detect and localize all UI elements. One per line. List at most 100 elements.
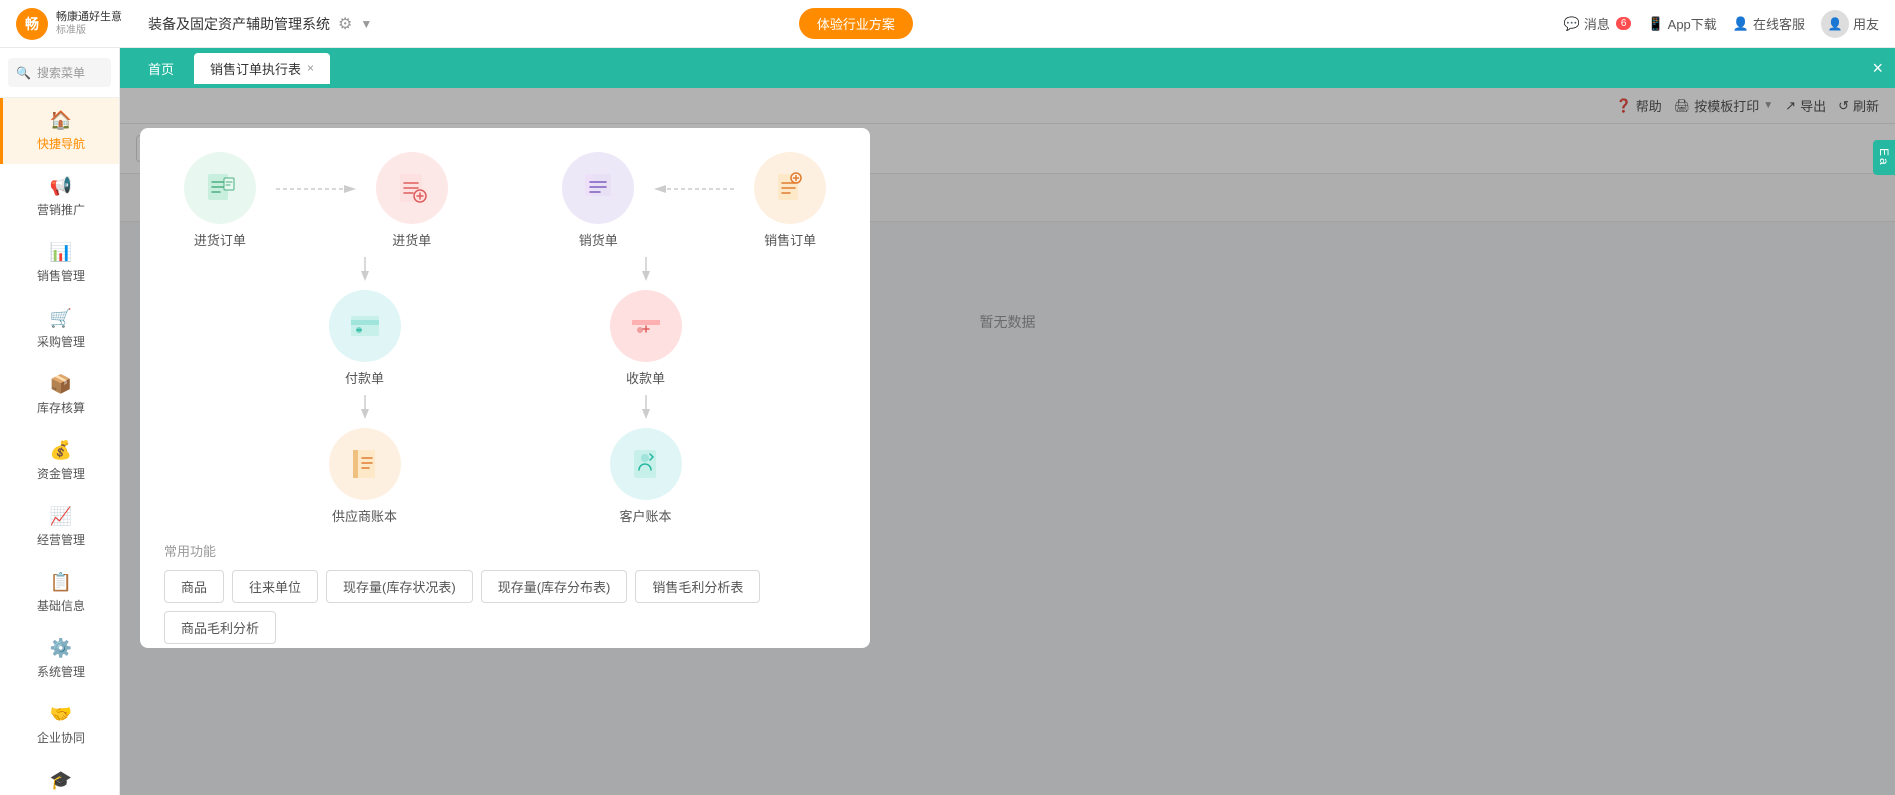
modal-overlay[interactable]: 进货订单: [120, 88, 1895, 795]
header-right: 💬 消息 6 📱 App下载 👤 在线客服 👤 用友: [1564, 10, 1879, 38]
flow-row-3: 供应商账本 客户账本: [164, 428, 846, 525]
func-btn-stock-status[interactable]: 现存量(库存状况表): [326, 570, 473, 603]
flow-receipt-bill[interactable]: 收款单: [586, 290, 706, 387]
func-btn-sales-margin[interactable]: 销售毛利分析表: [635, 570, 760, 603]
home-icon: 🏠: [50, 110, 72, 131]
customer-ledger-circle: [610, 428, 682, 500]
guide-icon: 🎓: [50, 770, 72, 791]
sidebar-item-label: 销售管理: [37, 267, 85, 284]
purchase-bill-label: 进货单: [392, 230, 431, 249]
flow-arrow-2: [654, 181, 734, 221]
func-btn-partner[interactable]: 往来单位: [232, 570, 318, 603]
down-arrow-receipt: [586, 395, 706, 424]
dropdown-icon[interactable]: ▼: [360, 17, 372, 31]
flow-customer-ledger[interactable]: 客户账本: [586, 428, 706, 525]
online-service-button[interactable]: 👤 在线客服: [1733, 14, 1805, 33]
sales-bill-circle: [562, 152, 634, 224]
arrow-row-1: [164, 257, 846, 286]
system-name: 装备及固定资产辅助管理系统: [148, 14, 330, 34]
logo-area: 畅 畅康通好生意 标准版: [16, 8, 136, 40]
system-icon: ⚙️: [50, 638, 72, 659]
sidebar-item-quick-nav[interactable]: 🏠 快捷导航: [0, 98, 119, 164]
down-arrow-payment: [305, 395, 425, 424]
sidebar-item-purchase[interactable]: 🛒 采购管理: [0, 296, 119, 362]
supplier-ledger-circle: [329, 428, 401, 500]
common-title: 常用功能: [164, 541, 846, 560]
message-badge: 6: [1616, 17, 1632, 30]
top-header: 畅 畅康通好生意 标准版 装备及固定资产辅助管理系统 ⚙ ▼ 体验行业方案 💬 …: [0, 0, 1895, 48]
basic-info-icon: 📋: [50, 572, 72, 593]
search-icon: 🔍: [16, 66, 31, 80]
sidebar-item-label: 经营管理: [37, 531, 85, 548]
logo-text: 畅康通好生意 标准版: [56, 10, 122, 37]
sidebar-item-marketing[interactable]: 📢 营销推广: [0, 164, 119, 230]
flow-sales-order[interactable]: 销售订单: [734, 152, 846, 249]
trial-button[interactable]: 体验行业方案: [799, 8, 913, 39]
service-icon: 👤: [1733, 16, 1749, 32]
window-close-button[interactable]: ×: [1872, 58, 1883, 79]
message-icon: 💬: [1564, 16, 1580, 32]
sidebar-item-label: 系统管理: [37, 663, 85, 680]
purchase-icon: 🛒: [50, 308, 72, 329]
main-content: 首页 销售订单执行表 × × ❓ 帮助 🖨 按模板打印 ▼ ↗ 导出 ↺: [120, 48, 1895, 795]
flow-purchase-bill[interactable]: 进货单: [356, 152, 468, 249]
down-arrow-purchase: [305, 257, 425, 286]
flow-purchase-order[interactable]: 进货订单: [164, 152, 276, 249]
operation-icon: 📈: [50, 506, 72, 527]
sales-bill-label: 销货单: [579, 230, 618, 249]
tab-home[interactable]: 首页: [132, 53, 190, 84]
purchase-bill-circle: [376, 152, 448, 224]
sidebar-item-operation[interactable]: 📈 经营管理: [0, 494, 119, 560]
customer-ledger-label: 客户账本: [619, 506, 671, 525]
sidebar-item-collab[interactable]: 🤝 企业协同: [0, 692, 119, 758]
flow-modal: 进货订单: [140, 128, 870, 648]
flow-row-2: 付款单 收款单: [164, 290, 846, 387]
sales-order-circle: [754, 152, 826, 224]
sales-order-label: 销售订单: [764, 230, 816, 249]
sidebar-item-label: 资金管理: [37, 465, 85, 482]
search-menu-button[interactable]: 🔍 搜索菜单: [8, 58, 111, 87]
sidebar-item-label: 营销推广: [37, 201, 85, 218]
flow-payment-bill[interactable]: 付款单: [305, 290, 425, 387]
tab-close-icon[interactable]: ×: [307, 61, 314, 75]
sidebar-item-basic-info[interactable]: 📋 基础信息: [0, 560, 119, 626]
payment-bill-circle: [329, 290, 401, 362]
flow-arrow-1: [276, 181, 356, 221]
func-btns-row1: 商品 往来单位 现存量(库存状况表) 现存量(库存分布表) 销售毛利分析表 商品…: [164, 570, 846, 644]
flow-supplier-ledger[interactable]: 供应商账本: [305, 428, 425, 525]
sidebar-item-guide[interactable]: 🎓 新手引导: [0, 758, 119, 795]
sidebar-item-label: 采购管理: [37, 333, 85, 350]
sales-icon: 📊: [50, 242, 72, 263]
sidebar-search-area: 🔍 搜索菜单: [0, 48, 119, 98]
app-download-button[interactable]: 📱 App下载: [1647, 14, 1716, 33]
marketing-icon: 📢: [50, 176, 72, 197]
user-info[interactable]: 👤 用友: [1821, 10, 1879, 38]
page-area: ❓ 帮助 🖨 按模板打印 ▼ ↗ 导出 ↺ 刷新 📅: [120, 88, 1895, 795]
sidebar-item-inventory[interactable]: 📦 库存核算: [0, 362, 119, 428]
sidebar-item-finance[interactable]: 💰 资金管理: [0, 428, 119, 494]
purchase-order-label: 进货订单: [194, 230, 246, 249]
func-btn-product[interactable]: 商品: [164, 570, 224, 603]
sidebar-item-system[interactable]: ⚙️ 系统管理: [0, 626, 119, 692]
flow-row-1: 进货订单: [164, 152, 846, 249]
tab-sales-order[interactable]: 销售订单执行表 ×: [194, 53, 330, 84]
message-button[interactable]: 💬 消息 6: [1564, 14, 1632, 33]
func-btn-stock-dist[interactable]: 现存量(库存分布表): [481, 570, 628, 603]
payment-bill-label: 付款单: [345, 368, 384, 387]
gear-icon[interactable]: ⚙: [338, 14, 352, 34]
download-icon: 📱: [1647, 16, 1663, 32]
arrow-row-2: [164, 395, 846, 424]
func-btn-product-margin[interactable]: 商品毛利分析: [164, 611, 276, 644]
sidebar-item-label: 企业协同: [37, 729, 85, 746]
logo-icon: 畅: [16, 8, 48, 40]
inventory-icon: 📦: [50, 374, 72, 395]
sidebar-item-sales[interactable]: 📊 销售管理: [0, 230, 119, 296]
finance-icon: 💰: [50, 440, 72, 461]
ea-badge[interactable]: Ea: [1873, 140, 1895, 175]
supplier-ledger-label: 供应商账本: [332, 506, 397, 525]
sidebar-item-label: 库存核算: [37, 399, 85, 416]
flow-sales-bill[interactable]: 销货单: [542, 152, 654, 249]
tab-bar: 首页 销售订单执行表 × ×: [120, 48, 1895, 88]
down-arrow-sales: [586, 257, 706, 286]
avatar: 👤: [1821, 10, 1849, 38]
